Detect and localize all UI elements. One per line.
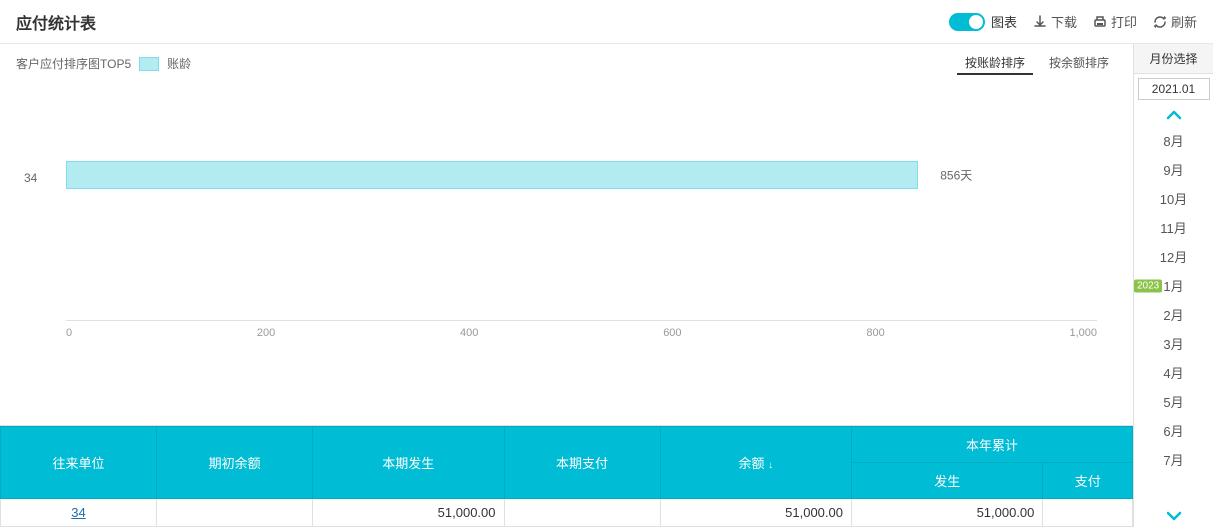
refresh-icon bbox=[1153, 15, 1167, 29]
chevron-down-icon bbox=[1164, 509, 1184, 523]
x-tick-1000: 1,000 bbox=[1069, 327, 1097, 339]
table-row: 34 51,000.00 51,000.00 51,000.00 bbox=[1, 499, 1133, 527]
td-current-pay bbox=[504, 499, 660, 527]
page-title: 应付统计表 bbox=[16, 10, 96, 34]
x-tick-0: 0 bbox=[66, 327, 72, 339]
header-actions: 图表 下载 打印 刷新 bbox=[949, 12, 1197, 31]
x-tick-600: 600 bbox=[663, 327, 681, 339]
year-badge-2023: 2023 bbox=[1134, 279, 1162, 292]
sidebar-item-may[interactable]: 5月 bbox=[1134, 387, 1213, 416]
bar-end-label: 856天 bbox=[940, 167, 972, 184]
sidebar-item-apr[interactable]: 4月 bbox=[1134, 358, 1213, 387]
th-current-occur: 本期发生 bbox=[313, 427, 504, 499]
td-opening bbox=[157, 499, 313, 527]
th-ytd-pay: 支付 bbox=[1043, 463, 1133, 499]
chart-wrap: 34 856天 0 200 400 600 bbox=[0, 83, 1133, 425]
sidebar-item-jul[interactable]: 7月 bbox=[1134, 445, 1213, 474]
sidebar: 月份选择 8月 9月 10月 11月 12月 2023 1月 2月 3月 4月 … bbox=[1133, 44, 1213, 527]
chart-toggle[interactable] bbox=[949, 13, 985, 31]
sidebar-item-mar[interactable]: 3月 bbox=[1134, 329, 1213, 358]
th-current-pay: 本期支付 bbox=[504, 427, 660, 499]
bar-fill: 856天 bbox=[66, 161, 918, 189]
x-tick-800: 800 bbox=[866, 327, 884, 339]
sidebar-item-feb[interactable]: 2月 bbox=[1134, 300, 1213, 329]
td-unit: 34 bbox=[1, 499, 157, 527]
th-unit: 往来单位 bbox=[1, 427, 157, 499]
sidebar-header: 月份选择 bbox=[1134, 44, 1213, 74]
sidebar-item-aug[interactable]: 8月 bbox=[1134, 126, 1213, 155]
sidebar-item-oct[interactable]: 10月 bbox=[1134, 184, 1213, 213]
sidebar-item-jan[interactable]: 2023 1月 bbox=[1134, 271, 1213, 300]
th-balance: 余额 ↓ bbox=[660, 427, 851, 499]
sidebar-month-list: 8月 9月 10月 11月 12月 2023 1月 2月 3月 4月 5月 6月… bbox=[1134, 126, 1213, 505]
td-ytd-pay bbox=[1043, 499, 1133, 527]
sort-tabs: 按账龄排序 按余额排序 bbox=[957, 52, 1117, 75]
td-ytd-occur: 51,000.00 bbox=[851, 499, 1042, 527]
legend-box-label: 账龄 bbox=[167, 55, 191, 72]
sort-tab-balance[interactable]: 按余额排序 bbox=[1041, 52, 1117, 75]
toggle-label: 图表 bbox=[991, 12, 1017, 31]
td-current-occur: 51,000.00 bbox=[313, 499, 504, 527]
download-button[interactable]: 下载 bbox=[1033, 12, 1077, 31]
chart-header: 客户应付排序图TOP5 账龄 按账龄排序 按余额排序 bbox=[0, 44, 1133, 83]
print-icon bbox=[1093, 15, 1107, 29]
sidebar-item-jun[interactable]: 6月 bbox=[1134, 416, 1213, 445]
sidebar-item-sep[interactable]: 9月 bbox=[1134, 155, 1213, 184]
unit-link[interactable]: 34 bbox=[71, 505, 85, 520]
x-axis-line bbox=[66, 320, 1097, 321]
legend-box bbox=[139, 57, 159, 71]
th-opening: 期初余额 bbox=[157, 427, 313, 499]
sidebar-year-input[interactable] bbox=[1138, 78, 1210, 100]
print-button[interactable]: 打印 bbox=[1093, 12, 1137, 31]
td-balance: 51,000.00 bbox=[660, 499, 851, 527]
sidebar-up-button[interactable] bbox=[1134, 104, 1213, 126]
th-ytd-occur: 发生 bbox=[851, 463, 1042, 499]
sidebar-item-dec[interactable]: 12月 bbox=[1134, 242, 1213, 271]
bar-container: 856天 bbox=[66, 161, 1057, 189]
x-tick-200: 200 bbox=[257, 327, 275, 339]
sidebar-item-nov[interactable]: 11月 bbox=[1134, 213, 1213, 242]
content-area: 客户应付排序图TOP5 账龄 按账龄排序 按余额排序 34 bbox=[0, 44, 1213, 527]
refresh-button[interactable]: 刷新 bbox=[1153, 12, 1197, 31]
chevron-up-icon bbox=[1164, 108, 1184, 122]
sort-tab-age[interactable]: 按账龄排序 bbox=[957, 52, 1033, 75]
legend-title: 客户应付排序图TOP5 bbox=[16, 55, 131, 72]
chart-section: 客户应付排序图TOP5 账龄 按账龄排序 按余额排序 34 bbox=[0, 44, 1133, 527]
data-table: 往来单位 期初余额 本期发生 本期支付 余额 ↓ 本年累计 发生 bbox=[0, 426, 1133, 527]
main-container: 应付统计表 图表 下载 打印 刷新 bbox=[0, 0, 1213, 527]
table-section: 往来单位 期初余额 本期发生 本期支付 余额 ↓ 本年累计 发生 bbox=[0, 425, 1133, 527]
download-icon bbox=[1033, 15, 1047, 29]
chart-legend: 客户应付排序图TOP5 账龄 bbox=[16, 55, 191, 72]
chart-toggle-wrap[interactable]: 图表 bbox=[949, 12, 1017, 31]
sidebar-down-button[interactable] bbox=[1134, 505, 1213, 527]
x-axis: 0 200 400 600 800 1,000 bbox=[66, 327, 1097, 339]
bar-chart: 34 856天 0 200 400 600 bbox=[16, 91, 1117, 351]
th-ytd: 本年累计 bbox=[851, 427, 1132, 463]
bar-y-label: 34 bbox=[24, 171, 37, 185]
x-tick-400: 400 bbox=[460, 327, 478, 339]
header: 应付统计表 图表 下载 打印 刷新 bbox=[0, 0, 1213, 44]
